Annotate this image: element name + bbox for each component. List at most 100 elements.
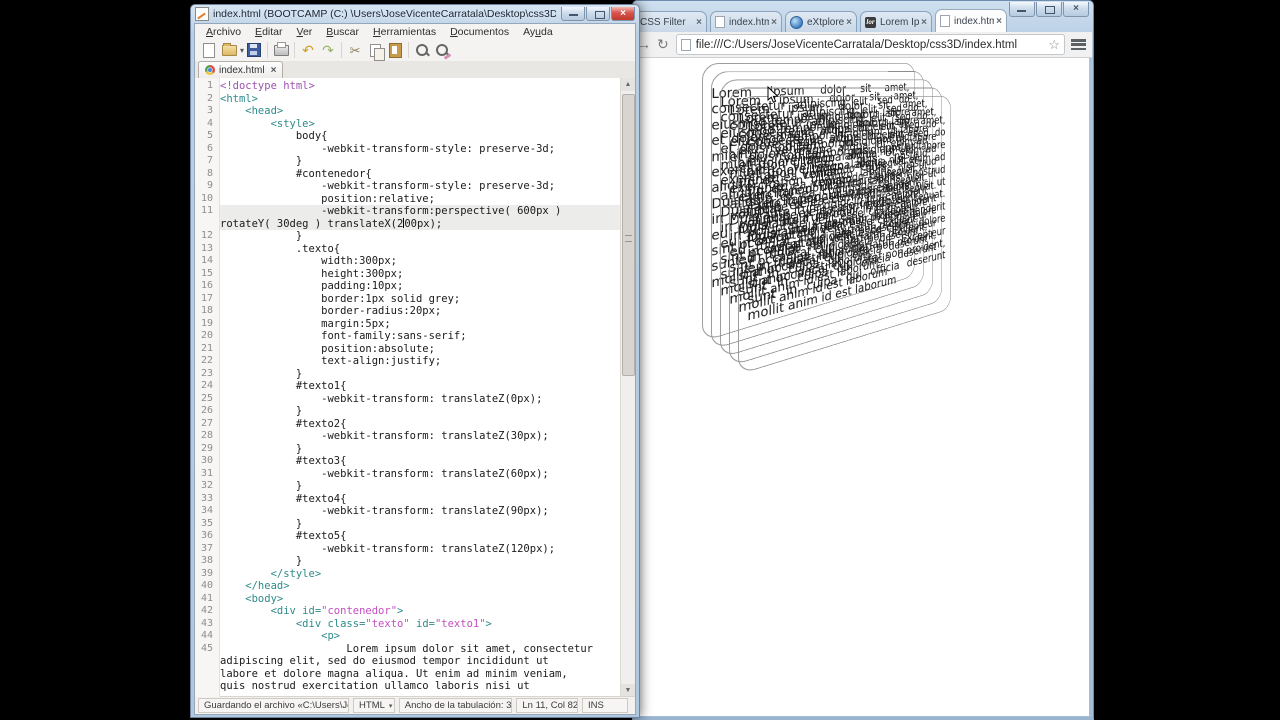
menu-icon[interactable] xyxy=(1071,39,1086,50)
print-button[interactable] xyxy=(271,41,291,59)
code-editor[interactable]: 1 <!doctype html> 2 <html> 3 <head> 4 <style>… xyxy=(195,78,635,697)
code-line[interactable]: 2 <html> xyxy=(195,93,621,106)
browser-tab[interactable]: CSS Filter × xyxy=(635,11,707,32)
code-line[interactable]: 31 -webkit-transform: translateZ(60px); xyxy=(195,468,621,481)
open-button[interactable] xyxy=(219,41,239,59)
code-line[interactable]: 26 } xyxy=(195,405,621,418)
undo-icon: ↶ xyxy=(302,43,314,57)
code-line[interactable]: 39 </style> xyxy=(195,568,621,581)
tab-close-icon[interactable]: × xyxy=(771,17,777,28)
code-line[interactable]: 16 padding:10px; xyxy=(195,280,621,293)
code-line[interactable]: 32 } xyxy=(195,480,621,493)
maximize-button[interactable] xyxy=(1036,2,1062,17)
code-line[interactable]: 35 } xyxy=(195,518,621,531)
tab-width-dropdown[interactable]: Ancho de la tabulación: 3▾ xyxy=(399,698,513,713)
code-line[interactable]: 1 <!doctype html> xyxy=(195,80,621,93)
code-line[interactable]: 9 -webkit-transform-style: preserve-3d; xyxy=(195,180,621,193)
code-line[interactable]: 17 border:1px solid grey; xyxy=(195,293,621,306)
language-dropdown[interactable]: HTML ▾ xyxy=(353,698,395,713)
gedit-maximize-button[interactable] xyxy=(586,7,610,21)
gedit-titlebar[interactable]: index.html (BOOTCAMP (C:) \Users\JoseVic… xyxy=(191,5,639,23)
code-line[interactable]: 33 #texto4{ xyxy=(195,493,621,506)
undo-button[interactable]: ↶ xyxy=(298,41,318,59)
editor-scrollbar[interactable]: ▲ ▼ xyxy=(620,78,635,697)
code-line[interactable]: 38 } xyxy=(195,555,621,568)
code-line[interactable]: 24 #texto1{ xyxy=(195,380,621,393)
code-line[interactable]: 6 -webkit-transform-style: preserve-3d; xyxy=(195,143,621,156)
browser-tab[interactable]: index.htm × xyxy=(710,11,782,32)
code-line[interactable]: quis nostrud exercitation ullamco labori… xyxy=(195,680,621,693)
code-line[interactable]: 30 #texto3{ xyxy=(195,455,621,468)
menu-documentos[interactable]: Documentos xyxy=(443,26,516,38)
new-document-button[interactable] xyxy=(199,41,219,59)
gedit-minimize-button[interactable] xyxy=(561,7,585,21)
code-line[interactable]: 37 -webkit-transform: translateZ(120px); xyxy=(195,543,621,556)
code-line[interactable]: adipiscing elit, sed do eiusmod tempor i… xyxy=(195,655,621,668)
menu-editar[interactable]: Editar xyxy=(248,26,289,38)
code-line[interactable]: 8 #contenedor{ xyxy=(195,168,621,181)
save-button[interactable] xyxy=(244,41,264,59)
code-line[interactable]: 45 Lorem ipsum dolor sit amet, consectet… xyxy=(195,643,621,656)
code-line[interactable]: 34 -webkit-transform: translateZ(90px); xyxy=(195,505,621,518)
address-bar[interactable]: file:///C:/Users/JoseVicenteCarratala/De… xyxy=(676,34,1065,55)
search-replace-button[interactable] xyxy=(432,41,452,59)
paste-button[interactable] xyxy=(385,41,405,59)
code-line[interactable]: 41 <body> xyxy=(195,593,621,606)
code-line[interactable]: 36 #texto5{ xyxy=(195,530,621,543)
code-line[interactable]: 3 <head> xyxy=(195,105,621,118)
gedit-file-tab[interactable]: index.html × xyxy=(198,61,283,78)
copy-button[interactable] xyxy=(365,41,385,59)
code-line[interactable]: 10 position:relative; xyxy=(195,193,621,206)
menu-archivo[interactable]: Archivo xyxy=(199,26,248,38)
code-line[interactable]: rotateY( 30deg ) translateX(200px); xyxy=(195,218,621,231)
code-line[interactable]: 11 -webkit-transform:perspective( 600px … xyxy=(195,205,621,218)
code-line[interactable]: 42 <div id="contenedor"> xyxy=(195,605,621,618)
code-line[interactable]: 25 -webkit-transform: translateZ(0px); xyxy=(195,393,621,406)
code-line[interactable]: 15 height:300px; xyxy=(195,268,621,281)
code-line[interactable]: 40 </head> xyxy=(195,580,621,593)
url-text[interactable]: file:///C:/Users/JoseVicenteCarratala/De… xyxy=(696,39,1046,51)
code-line[interactable]: 18 border-radius:20px; xyxy=(195,305,621,318)
code-line[interactable]: 22 text-align:justify; xyxy=(195,355,621,368)
tab-close-icon[interactable]: × xyxy=(996,16,1002,27)
code-line[interactable]: 12 } xyxy=(195,230,621,243)
cut-button[interactable]: ✂ xyxy=(345,41,365,59)
reload-icon[interactable]: ↻ xyxy=(657,32,669,57)
gedit-close-button[interactable]: × xyxy=(611,7,635,21)
tab-close-icon[interactable]: × xyxy=(271,65,277,76)
redo-button[interactable]: ↷ xyxy=(318,41,338,59)
browser-tab[interactable]: eXtplorer × xyxy=(785,11,857,32)
code-line[interactable]: 21 position:absolute; xyxy=(195,343,621,356)
scrollbar-thumb[interactable] xyxy=(622,94,635,376)
tab-close-icon[interactable]: × xyxy=(696,17,702,28)
scroll-up-icon[interactable]: ▲ xyxy=(621,78,635,91)
code-line[interactable]: 43 <div class="texto" id="texto1"> xyxy=(195,618,621,631)
code-line[interactable]: labore et dolore magna aliqua. Ut enim a… xyxy=(195,668,621,681)
code-line[interactable]: 4 <style> xyxy=(195,118,621,131)
code-line[interactable]: 19 margin:5px; xyxy=(195,318,621,331)
menu-ver[interactable]: Ver xyxy=(290,26,320,38)
code-line[interactable]: 44 <p> xyxy=(195,630,621,643)
menu-ayuda[interactable]: Ayuda xyxy=(516,26,560,38)
close-button[interactable]: × xyxy=(1063,2,1089,17)
code-line[interactable]: 7 } xyxy=(195,155,621,168)
browser-tab[interactable]: lor Lorem Ips× xyxy=(860,11,932,32)
code-line[interactable]: 5 body{ xyxy=(195,130,621,143)
code-line[interactable]: 29 } xyxy=(195,443,621,456)
code-line[interactable]: 23 } xyxy=(195,368,621,381)
saving-status: Guardando el archivo «C:\Users\Jo... xyxy=(198,698,349,713)
browser-tab[interactable]: index.htm × xyxy=(935,9,1007,32)
menu-herramientas[interactable]: Herramientas xyxy=(366,26,443,38)
tab-close-icon[interactable]: × xyxy=(846,17,852,28)
code-line[interactable]: 28 -webkit-transform: translateZ(30px); xyxy=(195,430,621,443)
code-line[interactable]: 20 font-family:sans-serif; xyxy=(195,330,621,343)
search-button[interactable] xyxy=(412,41,432,59)
tab-close-icon[interactable]: × xyxy=(921,17,927,28)
bookmark-star-icon[interactable]: ☆ xyxy=(1048,37,1060,53)
code-line[interactable]: 14 width:300px; xyxy=(195,255,621,268)
menu-buscar[interactable]: Buscar xyxy=(319,26,366,38)
code-line[interactable]: 27 #texto2{ xyxy=(195,418,621,431)
code-line[interactable]: 13 .texto{ xyxy=(195,243,621,256)
minimize-button[interactable] xyxy=(1009,2,1035,17)
line-number: 21 xyxy=(195,343,220,356)
